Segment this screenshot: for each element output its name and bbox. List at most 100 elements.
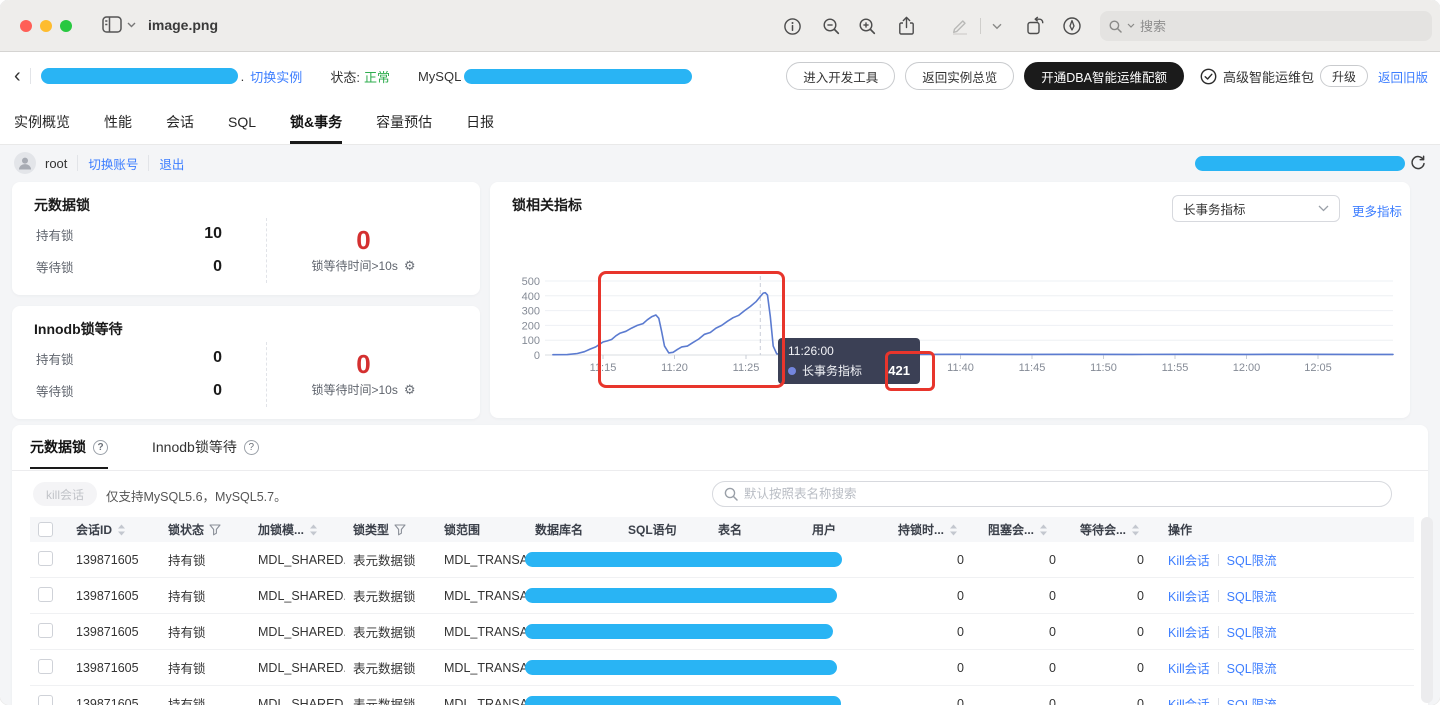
switch-account-link[interactable]: 切换账号 bbox=[88, 154, 138, 173]
rotate-icon bbox=[1027, 16, 1044, 35]
help-icon[interactable]: ? bbox=[93, 439, 108, 455]
column-header[interactable]: 阻塞会... bbox=[980, 521, 1072, 538]
nav-tab-日报[interactable]: 日报 bbox=[466, 100, 494, 144]
pencil-icon bbox=[953, 20, 967, 35]
search-input[interactable] bbox=[1140, 18, 1423, 34]
nav-tab-SQL[interactable]: SQL bbox=[228, 100, 256, 144]
column-header[interactable]: 会话ID bbox=[68, 521, 160, 538]
gear-icon[interactable]: ⚙ bbox=[404, 383, 416, 396]
chart-tooltip: 11:26:00 长事务指标 421 bbox=[778, 338, 920, 384]
back-button[interactable]: ‹ bbox=[14, 66, 21, 86]
sql-throttle-link[interactable]: SQL限流 bbox=[1227, 626, 1277, 640]
lock-wait-alert-label: 锁等待时间>10s bbox=[311, 259, 398, 273]
sort-icon bbox=[950, 524, 958, 535]
row-checkbox[interactable] bbox=[38, 694, 53, 705]
close-window-button[interactable] bbox=[20, 20, 32, 32]
nav-tab-性能[interactable]: 性能 bbox=[104, 100, 132, 144]
sql-throttle-link[interactable]: SQL限流 bbox=[1227, 554, 1277, 568]
kill-session-link[interactable]: Kill会话 bbox=[1168, 590, 1210, 604]
cell-wait_sessions: 0 bbox=[1137, 624, 1144, 639]
sql-throttle-link[interactable]: SQL限流 bbox=[1227, 590, 1277, 604]
row-checkbox[interactable] bbox=[38, 622, 53, 638]
help-icon[interactable]: ? bbox=[243, 439, 259, 455]
sql-throttle-link[interactable]: SQL限流 bbox=[1227, 662, 1277, 676]
gear-icon[interactable]: ⚙ bbox=[404, 259, 416, 272]
column-header[interactable]: 持锁时... bbox=[890, 521, 980, 538]
kill-session-link[interactable]: Kill会话 bbox=[1168, 626, 1210, 640]
lock-table-tabs: 元数据锁 ? Innodb锁等待 ? bbox=[30, 437, 259, 469]
kill-session-note: 仅支持MySQL5.6，MySQL5.7。 bbox=[106, 490, 287, 504]
filter-icon bbox=[394, 523, 406, 535]
svg-text:300: 300 bbox=[522, 306, 540, 318]
legacy-version-link[interactable]: 返回旧版 bbox=[1378, 67, 1428, 86]
tab-metadata-lock[interactable]: 元数据锁 ? bbox=[30, 437, 108, 469]
sql-throttle-link[interactable]: SQL限流 bbox=[1227, 698, 1277, 705]
rotate-button[interactable] bbox=[1019, 12, 1051, 40]
zoom-in-button[interactable] bbox=[851, 12, 883, 40]
markup-options-chevron[interactable] bbox=[986, 12, 1008, 40]
vertical-scrollbar[interactable] bbox=[1421, 517, 1433, 703]
instance-overview-button[interactable]: 返回实例总览 bbox=[905, 62, 1015, 90]
dev-tools-button[interactable]: 进入开发工具 bbox=[786, 62, 896, 90]
kill-session-button[interactable]: kill会话 bbox=[33, 482, 97, 506]
info-button[interactable] bbox=[776, 12, 808, 40]
cell-lock_status: 持有锁 bbox=[168, 554, 206, 568]
engine-version-redacted bbox=[464, 68, 693, 84]
minimize-window-button[interactable] bbox=[40, 20, 52, 32]
column-header[interactable]: 锁状态 bbox=[160, 521, 250, 538]
cell-block_sessions: 0 bbox=[1049, 552, 1056, 567]
table-search[interactable] bbox=[712, 481, 1392, 507]
share-icon bbox=[898, 16, 914, 35]
sidebar-toggle[interactable] bbox=[102, 16, 136, 33]
tab-innodb-lock-wait[interactable]: Innodb锁等待 ? bbox=[152, 437, 259, 469]
markup-pencil-button[interactable] bbox=[944, 12, 976, 40]
toolbar-search[interactable] bbox=[1100, 11, 1432, 41]
zoom-out-button[interactable] bbox=[815, 12, 847, 40]
column-header[interactable]: 加锁模... bbox=[250, 521, 345, 538]
nav-tab-锁&事务[interactable]: 锁&事务 bbox=[290, 100, 343, 144]
column-label: 等待会... bbox=[1080, 523, 1127, 537]
upgrade-button[interactable]: 升级 bbox=[1319, 65, 1368, 87]
kill-session-link[interactable]: Kill会话 bbox=[1168, 662, 1210, 676]
cell-wait_sessions: 0 bbox=[1137, 696, 1144, 705]
switch-instance-link[interactable]: 切换实例 bbox=[250, 67, 302, 86]
zoom-window-button[interactable] bbox=[60, 20, 72, 32]
svg-text:11:15: 11:15 bbox=[590, 362, 617, 374]
metric-dropdown[interactable]: 长事务指标 bbox=[1172, 195, 1340, 222]
refresh-icon[interactable] bbox=[1410, 155, 1426, 171]
user-icon bbox=[19, 157, 31, 170]
cell-hold_time: 0 bbox=[957, 624, 964, 639]
window-title: image.png bbox=[148, 17, 219, 33]
traffic-lights bbox=[20, 20, 72, 32]
column-label: 用户 bbox=[812, 523, 837, 537]
svg-text:12:00: 12:00 bbox=[1233, 362, 1261, 374]
cell-actions: Kill会话 SQL限流 bbox=[1160, 622, 1414, 641]
instance-header: ‹ . 切换实例 状态: 正常 MySQL 进入开发工具 返回实例总览 开通DB… bbox=[0, 52, 1440, 100]
card-title: 元数据锁 bbox=[34, 197, 90, 213]
row-checkbox[interactable] bbox=[38, 658, 53, 674]
nav-tab-实例概览[interactable]: 实例概览 bbox=[14, 100, 70, 144]
column-header[interactable]: 等待会... bbox=[1072, 521, 1160, 538]
kill-session-link[interactable]: Kill会话 bbox=[1168, 698, 1210, 705]
markup-toolbar-button[interactable] bbox=[1056, 12, 1088, 40]
row-checkbox[interactable] bbox=[38, 586, 53, 602]
table-search-input[interactable] bbox=[744, 487, 1380, 501]
instance-status: 状态: 正常 bbox=[330, 67, 390, 86]
logout-link[interactable]: 退出 bbox=[159, 154, 184, 173]
cell-block_sessions: 0 bbox=[1049, 624, 1056, 639]
cell-lock_status: 持有锁 bbox=[168, 590, 206, 604]
column-header[interactable]: 锁类型 bbox=[345, 521, 436, 538]
dba-quota-button[interactable]: 开通DBA智能运维配额 bbox=[1024, 62, 1184, 90]
lock-table-header: 会话ID 锁状态 加锁模... 锁类型 锁范围 数据库名 SQL语句 表名 用户 持锁时... 阻塞… bbox=[30, 517, 1414, 542]
select-all-checkbox[interactable] bbox=[38, 522, 53, 537]
kill-session-link[interactable]: Kill会话 bbox=[1168, 554, 1210, 568]
column-label: 锁类型 bbox=[353, 523, 390, 537]
lock-metrics-chart[interactable]: 010020030040050011:1511:2011:2511:3011:3… bbox=[520, 268, 1400, 380]
row-checkbox[interactable] bbox=[38, 550, 53, 566]
more-metrics-link[interactable]: 更多指标 bbox=[1352, 201, 1402, 220]
nav-tab-容量预估[interactable]: 容量预估 bbox=[376, 100, 432, 144]
cell-lock_scope: MDL_TRANSA.. bbox=[444, 552, 527, 567]
nav-tab-会话[interactable]: 会话 bbox=[166, 100, 194, 144]
chevron-down-icon bbox=[1318, 205, 1329, 212]
share-button[interactable] bbox=[890, 12, 922, 40]
